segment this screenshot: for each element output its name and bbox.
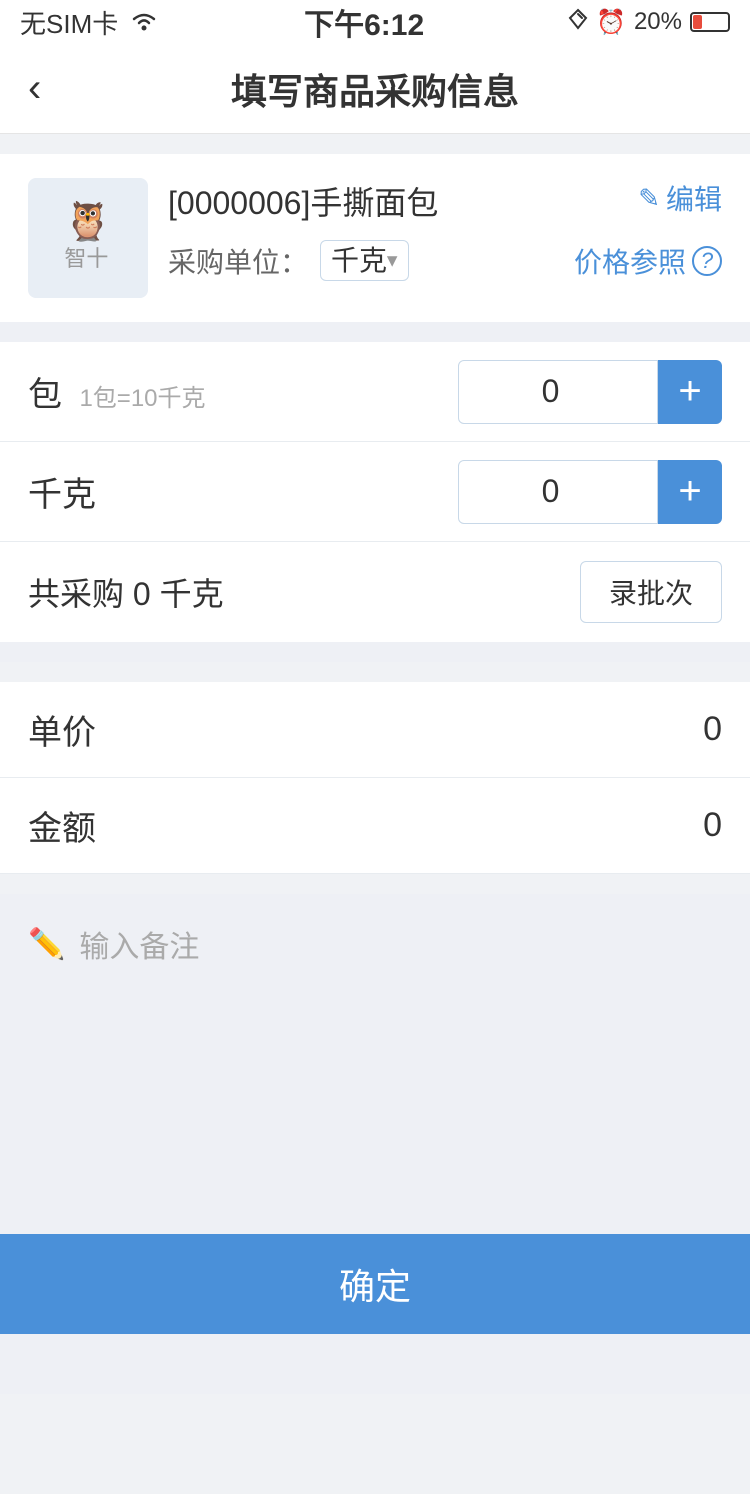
total-value: 0 [133,576,151,612]
product-info: [0000006]手撕面包 ✎ 编辑 采购单位： 千克 价格参照 [168,178,722,281]
unit-price-label: 单价 [28,705,96,754]
pack-plus-button[interactable]: + [658,360,722,424]
empty-space [0,994,750,1394]
batch-button[interactable]: 录批次 [580,561,722,623]
amount-row: 金额 0 [0,778,750,874]
product-header: [0000006]手撕面包 ✎ 编辑 [168,178,722,224]
status-time: 下午6:12 [304,0,424,44]
pack-sub: 1包=10千克 [79,385,205,412]
battery-icon [690,12,730,32]
amount-label: 金额 [28,801,96,850]
price-ref-icon: ? [692,246,722,276]
pack-quantity-input[interactable] [458,360,658,424]
price-ref-label: 价格参照 [574,241,686,281]
pencil-icon: ✏️ [28,927,65,962]
back-button[interactable]: ‹ [28,66,41,111]
kg-input-wrapper: + [458,460,722,524]
pack-label: 包 1包=10千克 [28,367,458,416]
product-image: 🦉 智十 [28,178,148,298]
edit-button[interactable]: ✎ 编辑 [638,178,722,218]
product-unit-row: 采购单位： 千克 价格参照 ? [168,240,722,281]
remark-placeholder: 输入备注 [79,922,199,966]
kg-row: 千克 + [0,442,750,542]
remark-section[interactable]: ✏️ 输入备注 [0,894,750,994]
total-section: 共采购 0 千克 录批次 [0,542,750,642]
price-ref-button[interactable]: 价格参照 ? [574,241,722,281]
price-section: 单价 0 金额 0 [0,682,750,874]
unit-select-wrapper[interactable]: 千克 [320,240,409,281]
edit-label: 编辑 [666,178,722,218]
page-title: 填写商品采购信息 [231,63,519,115]
amount-value: 0 [703,806,722,845]
section-divider-2 [0,642,750,662]
kg-quantity-input[interactable] [458,460,658,524]
carrier-text: 无SIM卡 [20,4,118,41]
nav-bar: ‹ 填写商品采购信息 [0,44,750,134]
product-logo: 🦉 [64,203,111,241]
alarm-icon: ⏰ [596,8,626,37]
wifi-icon [128,7,160,38]
kg-plus-button[interactable]: + [658,460,722,524]
product-name: [0000006]手撕面包 [168,178,438,224]
status-left: 无SIM卡 [20,4,160,41]
kg-label: 千克 [28,467,458,516]
input-section: 包 1包=10千克 + 千克 + [0,342,750,542]
unit-select[interactable]: 千克 [320,240,409,281]
status-bar: 无SIM卡 下午6:12 ⏰ 20% [0,0,750,44]
location-icon [568,8,588,37]
section-divider-1 [0,322,750,342]
confirm-button[interactable]: 确定 [0,1234,750,1334]
total-unit: 千克 [160,576,224,612]
total-text: 共采购 0 千克 [28,569,224,615]
product-card: 🦉 智十 [0000006]手撕面包 ✎ 编辑 采购单位： 千克 [0,154,750,322]
status-right: ⏰ 20% [568,8,730,37]
edit-icon: ✎ [638,183,660,214]
unit-price-row: 单价 0 [0,682,750,778]
unit-price-value: 0 [703,710,722,749]
pack-input-wrapper: + [458,360,722,424]
pack-row: 包 1包=10千克 + [0,342,750,442]
unit-label: 采购单位： [168,241,308,281]
total-label: 共采购 [28,576,124,612]
product-brand: 智十 [64,241,111,273]
battery-percent: 20% [634,8,682,36]
